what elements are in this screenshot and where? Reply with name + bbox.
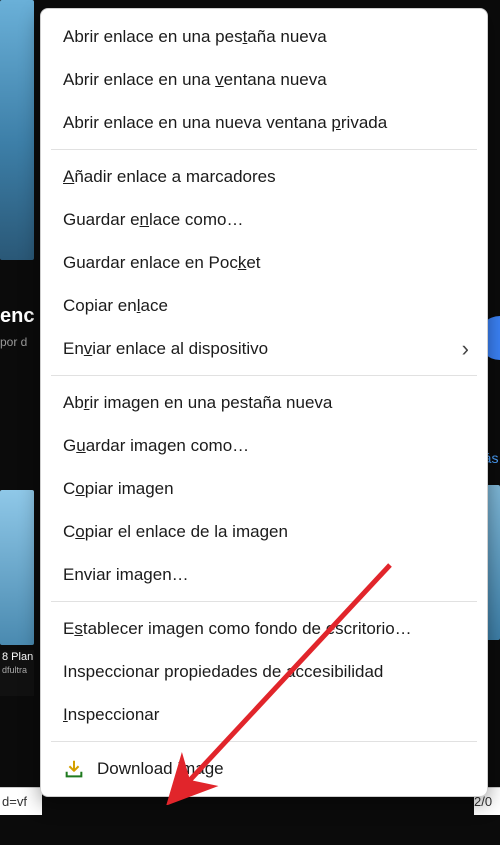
background-url-fragment: d=vf xyxy=(0,787,42,815)
menu-item-label: Enviar enlace al dispositivo xyxy=(63,339,268,359)
menu-item-label: Añadir enlace a marcadores xyxy=(63,167,276,187)
background-thumbnail-caption: 8 Plan dfultra xyxy=(0,650,34,696)
background-thumbnail xyxy=(0,490,34,645)
menu-item-open-image-new-tab[interactable]: Abrir imagen en una pestaña nueva xyxy=(41,381,487,424)
background-heading-fragment: enc xyxy=(0,305,36,328)
menu-item-label: Copiar enlace xyxy=(63,296,168,316)
menu-item-save-link-as[interactable]: Guardar enlace como… xyxy=(41,198,487,241)
menu-item-bookmark-link[interactable]: Añadir enlace a marcadores xyxy=(41,155,487,198)
menu-item-email-image[interactable]: Enviar imagen… xyxy=(41,553,487,596)
menu-item-label: Establecer imagen como fondo de escritor… xyxy=(63,619,412,639)
menu-item-label: Abrir enlace en una nueva ventana privad… xyxy=(63,113,387,133)
menu-item-open-link-new-tab[interactable]: Abrir enlace en una pestaña nueva xyxy=(41,15,487,58)
menu-item-label: Copiar el enlace de la imagen xyxy=(63,522,288,542)
menu-separator xyxy=(51,375,477,376)
menu-item-label: Download image xyxy=(97,759,224,779)
menu-item-inspect[interactable]: Inspeccionar xyxy=(41,693,487,736)
menu-item-copy-image[interactable]: Copiar imagen xyxy=(41,467,487,510)
menu-separator xyxy=(51,741,477,742)
menu-item-save-image-as[interactable]: Guardar imagen como… xyxy=(41,424,487,467)
menu-item-label: Inspeccionar propiedades de accesibilida… xyxy=(63,662,383,682)
context-menu: Abrir enlace en una pestaña nueva Abrir e… xyxy=(40,8,488,797)
menu-item-label: Abrir enlace en una ventana nueva xyxy=(63,70,327,90)
menu-item-inspect-a11y[interactable]: Inspeccionar propiedades de accesibilida… xyxy=(41,650,487,693)
menu-item-send-link-to-device[interactable]: Enviar enlace al dispositivo › xyxy=(41,327,487,370)
menu-item-open-link-private-window[interactable]: Abrir enlace en una nueva ventana privad… xyxy=(41,101,487,144)
menu-item-open-link-new-window[interactable]: Abrir enlace en una ventana nueva xyxy=(41,58,487,101)
menu-item-download-image[interactable]: Download image xyxy=(41,747,487,790)
menu-item-set-as-wallpaper[interactable]: Establecer imagen como fondo de escritor… xyxy=(41,607,487,650)
background-thumbnail xyxy=(0,0,34,260)
download-icon xyxy=(63,758,85,780)
menu-item-label: Guardar enlace como… xyxy=(63,210,244,230)
menu-item-label: Guardar enlace en Pocket xyxy=(63,253,261,273)
menu-item-copy-link[interactable]: Copiar enlace xyxy=(41,284,487,327)
menu-separator xyxy=(51,601,477,602)
background-subheading-fragment: por d xyxy=(0,335,36,349)
menu-item-label: Enviar imagen… xyxy=(63,565,189,585)
menu-separator xyxy=(51,149,477,150)
menu-item-label: Abrir enlace en una pestaña nueva xyxy=(63,27,327,47)
chevron-right-icon: › xyxy=(462,336,469,362)
menu-item-save-link-pocket[interactable]: Guardar enlace en Pocket xyxy=(41,241,487,284)
menu-item-label: Inspeccionar xyxy=(63,705,159,725)
menu-item-label: Abrir imagen en una pestaña nueva xyxy=(63,393,332,413)
menu-item-label: Guardar imagen como… xyxy=(63,436,249,456)
menu-item-copy-image-link[interactable]: Copiar el enlace de la imagen xyxy=(41,510,487,553)
menu-item-label: Copiar imagen xyxy=(63,479,174,499)
